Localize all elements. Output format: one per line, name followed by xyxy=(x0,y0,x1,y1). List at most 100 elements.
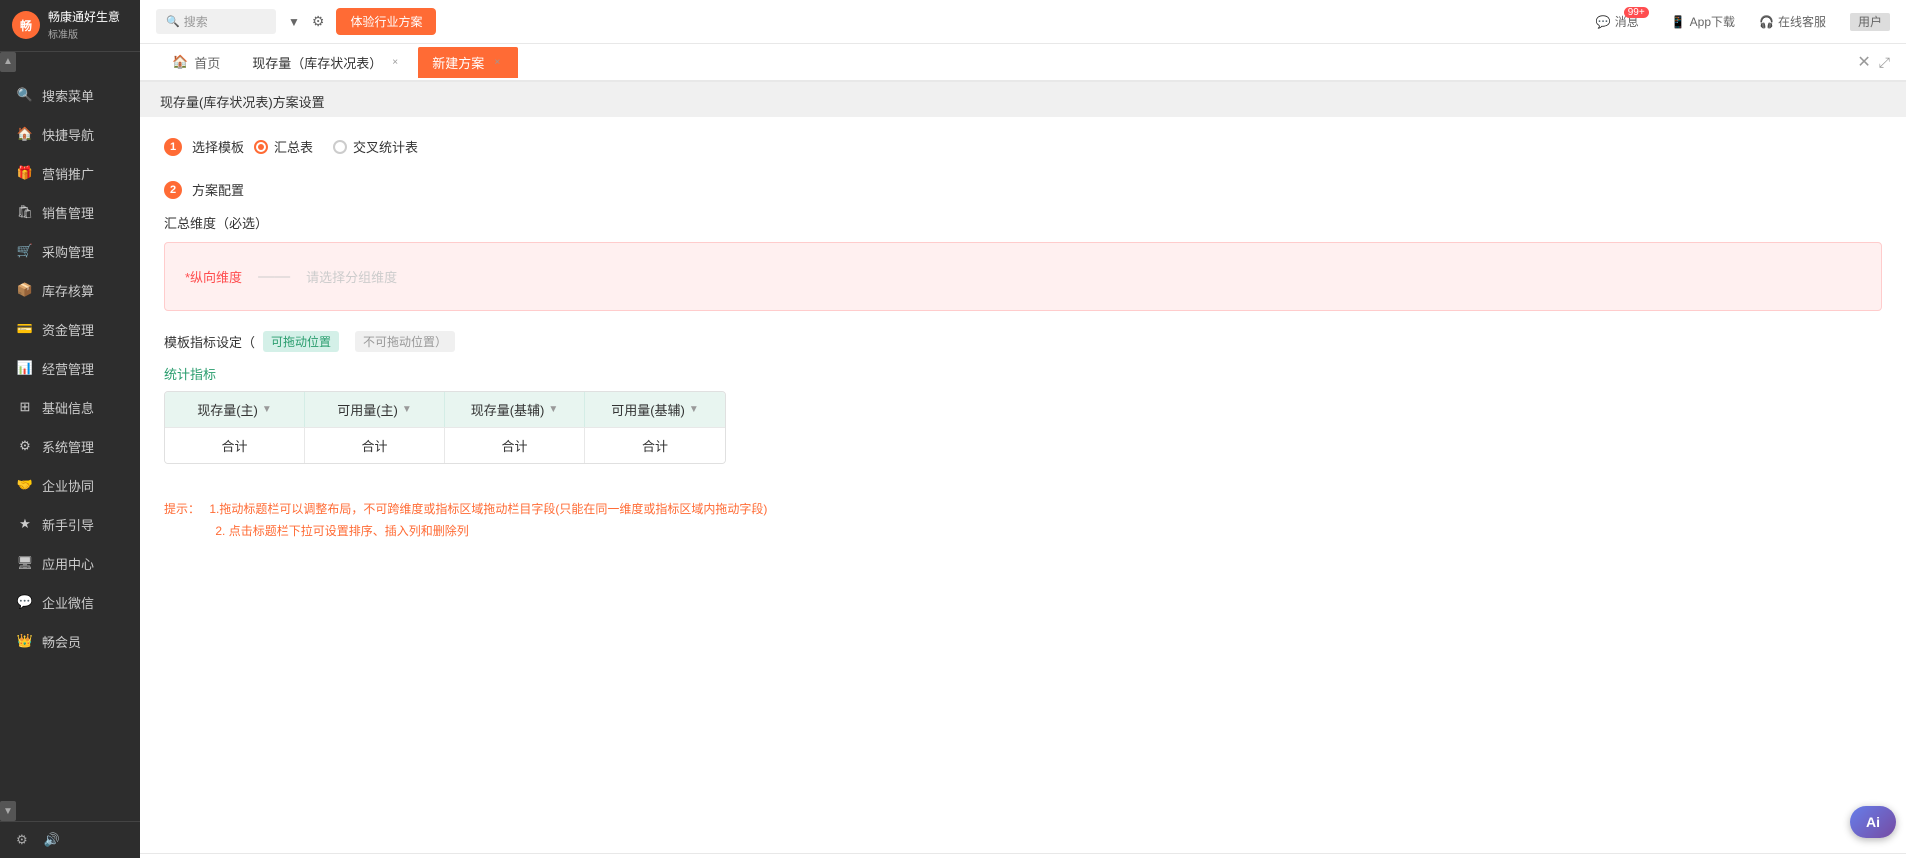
cart-icon: 🛒 xyxy=(16,242,34,260)
close-panel-icon[interactable]: ✕ xyxy=(1857,52,1870,72)
step2-section: 2 方案配置 汇总维度（必选） *纵向维度 —— 请选择分组维度 模板指标设定（… xyxy=(164,180,1882,554)
hint-indent xyxy=(164,524,212,538)
dimension-label: 汇总维度（必选） xyxy=(164,213,1882,232)
sidebar-item-quick-nav[interactable]: 🏠 快捷导航 xyxy=(0,115,140,154)
sidebar-item-inventory[interactable]: 📦 库存核算 xyxy=(0,271,140,310)
sidebar-item-operations[interactable]: 📊 经营管理 xyxy=(0,349,140,388)
sidebar-item-label: 搜索菜单 xyxy=(42,86,94,105)
stats-table-row-0: 合计 合计 合计 合计 xyxy=(165,427,725,463)
sidebar-scroll-down[interactable]: ▼ xyxy=(0,801,16,821)
expand-panel-icon[interactable]: ⤢ xyxy=(1879,54,1890,71)
topbar-app-download[interactable]: 📱 App下载 xyxy=(1671,13,1735,30)
sidebar-item-wechat[interactable]: 💬 企业微信 xyxy=(0,583,140,622)
sidebar-item-finance[interactable]: 💳 资金管理 xyxy=(0,310,140,349)
message-badge: 99+ xyxy=(1624,7,1649,18)
col-chevron-3: ▼ xyxy=(689,404,699,415)
inventory-tab-close[interactable]: × xyxy=(388,55,402,69)
template-radio-group: 汇总表 交叉统计表 xyxy=(254,137,418,156)
phone-icon: 📱 xyxy=(1671,15,1686,29)
stats-table: 现存量(主) ▼ 可用量(主) ▼ 现存量(基辅) ▼ xyxy=(164,391,726,464)
sidebar-item-label: 企业协同 xyxy=(42,476,94,495)
col-chevron-2: ▼ xyxy=(548,404,558,415)
sidebar-item-label: 企业微信 xyxy=(42,593,94,612)
step1-section: 1 选择模板 汇总表 交叉统计表 xyxy=(164,137,1882,156)
headset-icon: 🎧 xyxy=(1759,15,1774,29)
stats-section: 统计指标 现存量(主) ▼ 可用量(主) ▼ xyxy=(164,364,1882,467)
trial-button[interactable]: 体验行业方案 xyxy=(336,8,436,35)
sidebar-logo: 畅 畅康通好生意 标准版 xyxy=(0,0,140,52)
dimension-placeholder: 请选择分组维度 xyxy=(306,267,397,286)
wallet-icon: 💳 xyxy=(16,320,34,338)
sidebar-item-system[interactable]: ⚙ 系统管理 xyxy=(0,427,140,466)
dimension-box[interactable]: *纵向维度 —— 请选择分组维度 xyxy=(164,242,1882,311)
topbar-dropdown[interactable]: ▼ xyxy=(288,15,300,29)
home-tab-label: 首页 xyxy=(194,53,220,72)
step1-title: 选择模板 xyxy=(192,137,244,156)
sales-icon: 🛍 xyxy=(16,203,34,221)
search-small-icon: 🔍 xyxy=(166,15,180,28)
sidebar-item-member[interactable]: 👑 畅会员 xyxy=(0,622,140,661)
settings-icon[interactable]: ⚙ xyxy=(16,832,28,848)
sidebar-item-basic-info[interactable]: ⊞ 基础信息 xyxy=(0,388,140,427)
sidebar-item-label: 资金管理 xyxy=(42,320,94,339)
col-header-2[interactable]: 现存量(基辅) ▼ xyxy=(445,392,585,427)
sidebar-item-label: 基础信息 xyxy=(42,398,94,417)
topbar-service[interactable]: 🎧 在线客服 xyxy=(1759,13,1826,30)
col-header-0[interactable]: 现存量(主) ▼ xyxy=(165,392,305,427)
hint-line-0: 1.拖动标题栏可以调整布局，不可跨维度或指标区域拖动栏目字段(只能在同一维度或指… xyxy=(209,502,767,516)
main-area: 🔍 搜索 ▼ ⚙ 体验行业方案 💬 消息 99+ 📱 App下载 🎧 在线客服 … xyxy=(140,0,1906,858)
radio-summary-label: 汇总表 xyxy=(274,137,313,156)
step1-header: 1 选择模板 汇总表 交叉统计表 xyxy=(164,137,1882,156)
hint-line-1: 2. 点击标题栏下拉可设置排序、插入列和删除列 xyxy=(215,524,468,538)
page-body: 1 选择模板 汇总表 交叉统计表 xyxy=(140,117,1906,853)
app-badge: 标准版 xyxy=(48,26,120,41)
topbar-settings-icon[interactable]: ⚙ xyxy=(312,13,325,30)
new-tab-label: 新建方案 xyxy=(432,53,484,72)
sidebar-item-purchase[interactable]: 🛒 采购管理 xyxy=(0,232,140,271)
logo-icon: 畅 xyxy=(12,11,40,39)
user-avatar: 用户 xyxy=(1850,13,1890,31)
monitor-icon: 🖥 xyxy=(16,554,34,572)
metrics-label: 模板指标设定（ 可拖动位置 不可拖动位置） xyxy=(164,331,1882,352)
topbar-user[interactable]: 用户 xyxy=(1850,13,1890,30)
grid-icon: ⊞ xyxy=(16,398,34,416)
topbar-message[interactable]: 💬 消息 99+ xyxy=(1596,13,1639,30)
sidebar-item-search-menu[interactable]: 🔍 搜索菜单 xyxy=(0,76,140,115)
step2-title: 方案配置 xyxy=(192,180,244,199)
sidebar: 畅 畅康通好生意 标准版 ▲ 🔍 搜索菜单 🏠 快捷导航 🎁 营销推广 🛍 销售… xyxy=(0,0,140,858)
search-placeholder-text: 搜索 xyxy=(184,13,208,30)
handshake-icon: 🤝 xyxy=(16,476,34,494)
volume-icon[interactable]: 🔊 xyxy=(44,832,60,848)
step2-badge: 2 xyxy=(164,181,182,199)
non-draggable-tag: 不可拖动位置） xyxy=(355,331,455,352)
col-chevron-0: ▼ xyxy=(262,404,272,415)
sidebar-item-label: 经营管理 xyxy=(42,359,94,378)
ai-float-button[interactable]: Ai xyxy=(1850,806,1896,838)
radio-summary-dot xyxy=(254,140,268,154)
step2-header: 2 方案配置 xyxy=(164,180,1882,199)
col-header-3[interactable]: 可用量(基辅) ▼ xyxy=(585,392,725,427)
tabs-right-controls: ✕ ⤢ xyxy=(1857,52,1890,72)
radio-cross-label: 交叉统计表 xyxy=(353,137,418,156)
inventory-tab-label: 现存量（库存状况表） xyxy=(252,53,382,72)
sidebar-item-sales[interactable]: 🛍 销售管理 xyxy=(0,193,140,232)
sidebar-item-app-center[interactable]: 🖥 应用中心 xyxy=(0,544,140,583)
sidebar-item-marketing[interactable]: 🎁 营销推广 xyxy=(0,154,140,193)
radio-summary[interactable]: 汇总表 xyxy=(254,137,313,156)
tab-inventory[interactable]: 现存量（库存状况表） × xyxy=(236,45,418,82)
col-label-1: 可用量(主) xyxy=(337,400,398,419)
tab-new-scheme[interactable]: 新建方案 × xyxy=(418,47,518,78)
star-icon: ★ xyxy=(16,515,34,533)
col-header-1[interactable]: 可用量(主) ▼ xyxy=(305,392,445,427)
hint-text-0: 提示： 1.拖动标题栏可以调整布局，不可跨维度或指标区域拖动栏目字段(只能在同一… xyxy=(164,499,1882,521)
compass-icon: 🏠 xyxy=(16,125,34,143)
box-icon: 📦 xyxy=(16,281,34,299)
new-tab-close[interactable]: × xyxy=(490,55,504,69)
sidebar-scroll-up[interactable]: ▲ xyxy=(0,52,16,72)
sidebar-item-cooperation[interactable]: 🤝 企业协同 xyxy=(0,466,140,505)
cell-3-0: 合计 xyxy=(585,428,725,463)
tab-home[interactable]: 🏠 首页 xyxy=(156,45,236,82)
sidebar-item-newbie[interactable]: ★ 新手引导 xyxy=(0,505,140,544)
radio-cross[interactable]: 交叉统计表 xyxy=(333,137,418,156)
topbar-search[interactable]: 🔍 搜索 xyxy=(156,9,276,34)
